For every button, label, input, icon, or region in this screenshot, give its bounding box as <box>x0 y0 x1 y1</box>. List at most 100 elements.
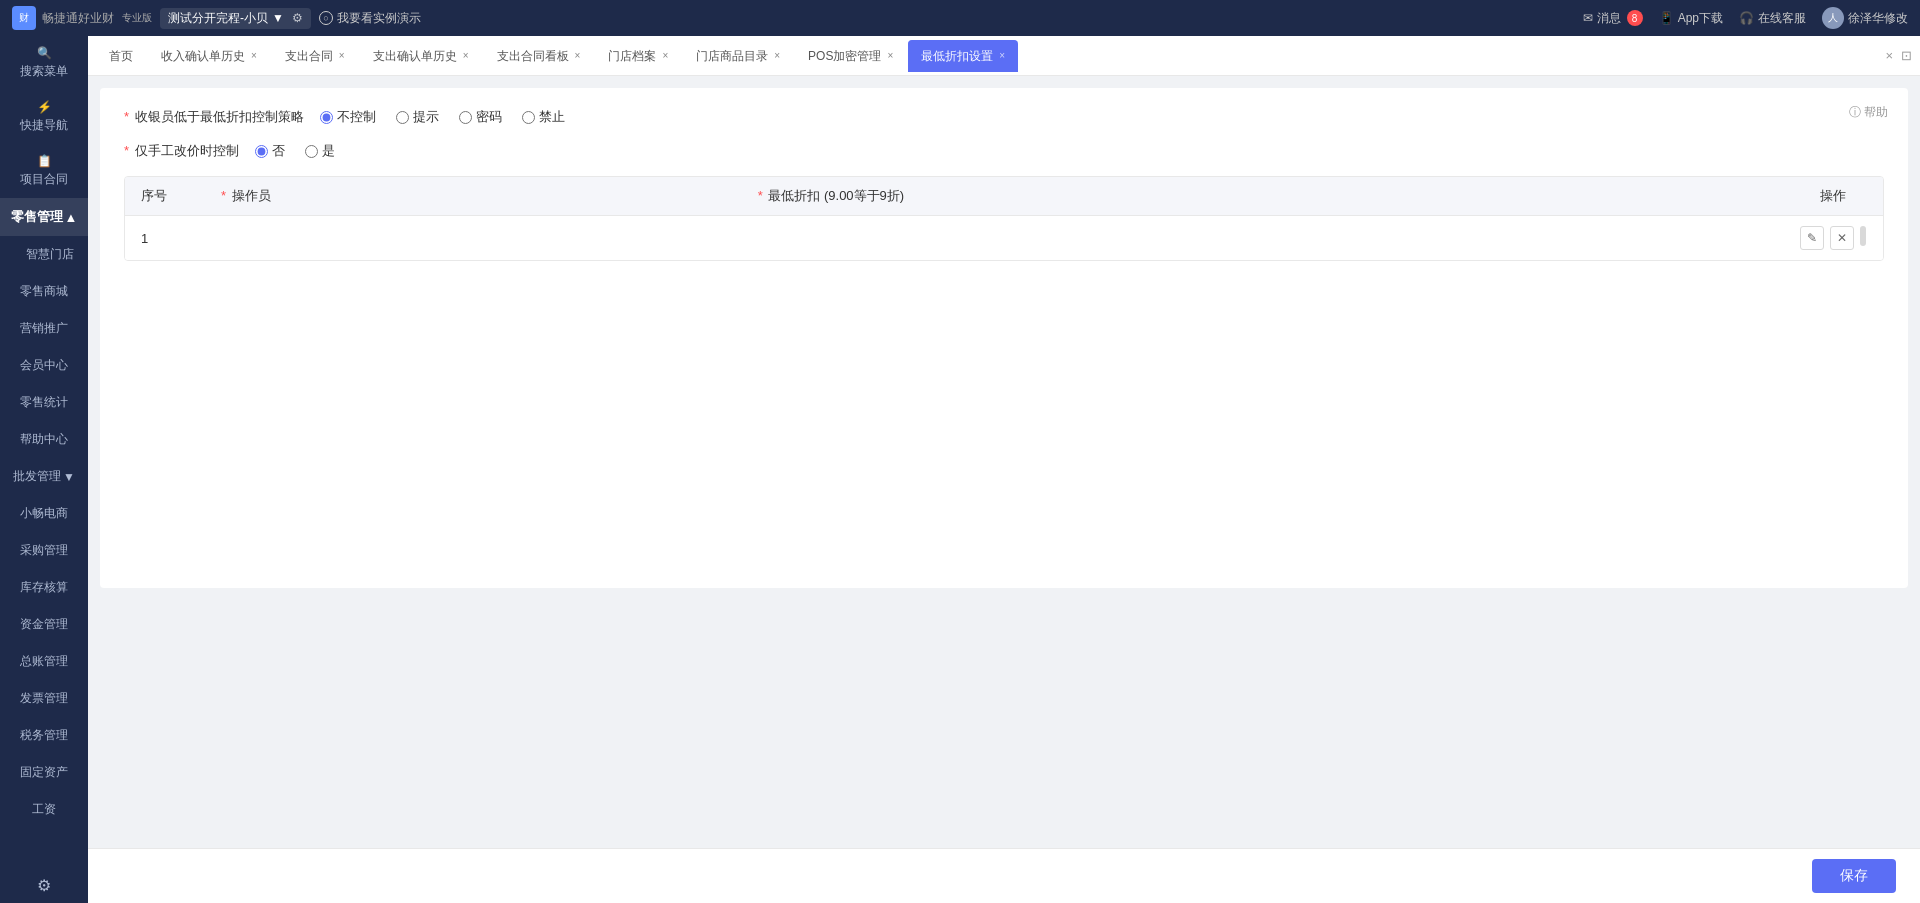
user-area[interactable]: 人 徐泽华修改 <box>1822 7 1908 29</box>
tab-pos-password-label: POS加密管理 <box>808 48 881 65</box>
sidebar-item-ecommerce[interactable]: 小畅电商 <box>0 495 88 532</box>
manual-radio-yes[interactable] <box>305 145 318 158</box>
strategy-option-prompt[interactable]: 提示 <box>396 108 439 126</box>
strategy-radio-group: 不控制 提示 密码 禁止 <box>320 108 565 126</box>
tab-pos-password[interactable]: POS加密管理 × <box>795 40 906 72</box>
manual-radio-no[interactable] <box>255 145 268 158</box>
contract-icon: 📋 <box>37 154 52 168</box>
tab-close-all-button[interactable]: × <box>1885 48 1893 63</box>
sidebar-label-finance: 资金管理 <box>20 616 68 633</box>
header-project-selector[interactable]: 测试分开完程-小贝 ▼ ⚙ <box>160 8 311 29</box>
app-download-label: App下载 <box>1678 10 1723 27</box>
tab-min-discount-setting-close[interactable]: × <box>999 51 1005 61</box>
tab-payment-confirm-history-close[interactable]: × <box>463 51 469 61</box>
strategy-label-prompt: 提示 <box>413 108 439 126</box>
delete-row-button[interactable]: ✕ <box>1830 226 1854 250</box>
operator-required-star: * <box>221 188 226 203</box>
strategy-label-disable: 禁止 <box>539 108 565 126</box>
tab-payment-confirm-history[interactable]: 支出确认单历史 × <box>360 40 482 72</box>
strategy-option-password[interactable]: 密码 <box>459 108 502 126</box>
manual-label-yes: 是 <box>322 142 335 160</box>
demo-link[interactable]: ○ 我要看实例演示 <box>319 10 421 27</box>
sidebar-item-smart-store[interactable]: 智慧门店 <box>0 236 88 273</box>
sidebar-item-shortcut[interactable]: ⚡ 快捷导航 <box>0 90 88 144</box>
sidebar-label-purchase: 采购管理 <box>20 542 68 559</box>
tab-store-file-close[interactable]: × <box>662 51 668 61</box>
sidebar-item-retail-mall[interactable]: 零售商城 <box>0 273 88 310</box>
app-download-action[interactable]: 📱 App下载 <box>1659 10 1723 27</box>
tab-bar: 首页 收入确认单历史 × 支出合同 × 支出确认单历史 × 支出合同看板 × 门… <box>88 36 1920 76</box>
sidebar-label-member-center: 会员中心 <box>20 357 68 374</box>
sidebar-label-help-center: 帮助中心 <box>20 431 68 448</box>
sidebar-gear-button[interactable]: ⚙ <box>37 876 51 895</box>
search-icon: 🔍 <box>37 46 52 60</box>
main-layout: 🔍 搜索菜单 ⚡ 快捷导航 📋 项目合同 零售管理 ▲ 智慧门店 零售商城 营销… <box>0 36 1920 903</box>
tab-expand-button[interactable]: ⊡ <box>1901 48 1912 63</box>
sidebar-item-retail-stats[interactable]: 零售统计 <box>0 384 88 421</box>
tab-payment-board-label: 支出合同看板 <box>497 48 569 65</box>
sidebar-label-project-contract: 项目合同 <box>20 171 68 188</box>
strategy-radio-no-control[interactable] <box>320 111 333 124</box>
sidebar-item-fixed-assets[interactable]: 固定资产 <box>0 754 88 791</box>
sidebar-item-retail-mgmt[interactable]: 零售管理 ▲ <box>0 198 88 236</box>
cell-operator-1 <box>205 230 742 246</box>
strategy-radio-prompt[interactable] <box>396 111 409 124</box>
manual-option-no[interactable]: 否 <box>255 142 285 160</box>
tab-store-products[interactable]: 门店商品目录 × <box>683 40 793 72</box>
sidebar-item-marketing[interactable]: 营销推广 <box>0 310 88 347</box>
wholesale-arrow-icon: ▼ <box>63 470 75 484</box>
pro-badge: 专业版 <box>122 11 152 25</box>
manual-option-yes[interactable]: 是 <box>305 142 335 160</box>
col-header-operator: * 操作员 <box>205 177 742 215</box>
question-circle-icon: ⓘ <box>1849 104 1861 121</box>
tab-income-confirm-history[interactable]: 收入确认单历史 × <box>148 40 270 72</box>
scroll-indicator <box>1860 226 1866 246</box>
sidebar-item-purchase[interactable]: 采购管理 <box>0 532 88 569</box>
sidebar-item-inventory[interactable]: 库存核算 <box>0 569 88 606</box>
tab-store-products-close[interactable]: × <box>774 51 780 61</box>
sidebar-item-finance[interactable]: 资金管理 <box>0 606 88 643</box>
sidebar-label-tax: 税务管理 <box>20 727 68 744</box>
tab-pos-password-close[interactable]: × <box>887 51 893 61</box>
sidebar-item-project-contract[interactable]: 📋 项目合同 <box>0 144 88 198</box>
sidebar-item-payroll[interactable]: 工资 <box>0 791 88 828</box>
settings-icon[interactable]: ⚙ <box>292 11 303 25</box>
sidebar-label-inventory: 库存核算 <box>20 579 68 596</box>
help-link[interactable]: ⓘ 帮助 <box>1849 104 1888 121</box>
sidebar-label-fixed-assets: 固定资产 <box>20 764 68 781</box>
content-area: 首页 收入确认单历史 × 支出合同 × 支出确认单历史 × 支出合同看板 × 门… <box>88 36 1920 903</box>
sidebar-label-shortcut: 快捷导航 <box>20 117 68 134</box>
cell-seq-1: 1 <box>125 223 205 254</box>
phone-icon: 📱 <box>1659 11 1674 25</box>
tab-min-discount-setting[interactable]: 最低折扣设置 × <box>908 40 1018 72</box>
col-header-discount: * 最低折扣 (9.00等于9折) <box>742 177 1783 215</box>
edit-row-button[interactable]: ✎ <box>1800 226 1824 250</box>
strategy-radio-disable[interactable] <box>522 111 535 124</box>
sidebar-item-search[interactable]: 🔍 搜索菜单 <box>0 36 88 90</box>
sidebar-item-ledger[interactable]: 总账管理 <box>0 643 88 680</box>
sidebar: 🔍 搜索菜单 ⚡ 快捷导航 📋 项目合同 零售管理 ▲ 智慧门店 零售商城 营销… <box>0 36 88 903</box>
sidebar-item-wholesale[interactable]: 批发管理 ▼ <box>0 458 88 495</box>
strategy-radio-password[interactable] <box>459 111 472 124</box>
tab-home[interactable]: 首页 <box>96 40 146 72</box>
shortcut-icon: ⚡ <box>37 100 52 114</box>
tab-payment-contract[interactable]: 支出合同 × <box>272 40 358 72</box>
sidebar-label-retail-mgmt: 零售管理 <box>11 208 63 226</box>
tab-income-confirm-history-close[interactable]: × <box>251 51 257 61</box>
tab-payment-contract-close[interactable]: × <box>339 51 345 61</box>
online-support-action[interactable]: 🎧 在线客服 <box>1739 10 1806 27</box>
message-action[interactable]: ✉ 消息 8 <box>1583 10 1643 27</box>
sidebar-item-member-center[interactable]: 会员中心 <box>0 347 88 384</box>
strategy-option-no-control[interactable]: 不控制 <box>320 108 376 126</box>
save-button[interactable]: 保存 <box>1812 859 1896 893</box>
strategy-option-disable[interactable]: 禁止 <box>522 108 565 126</box>
manual-radio-group: 否 是 <box>255 142 335 160</box>
sidebar-label-retail-stats: 零售统计 <box>20 394 68 411</box>
tab-payment-board-close[interactable]: × <box>575 51 581 61</box>
sidebar-item-help-center[interactable]: 帮助中心 <box>0 421 88 458</box>
sidebar-item-tax[interactable]: 税务管理 <box>0 717 88 754</box>
sidebar-item-invoice[interactable]: 发票管理 <box>0 680 88 717</box>
tab-payment-board[interactable]: 支出合同看板 × <box>484 40 594 72</box>
tab-store-file[interactable]: 门店档案 × <box>595 40 681 72</box>
strategy-form-row: * 收银员低于最低折扣控制策略 不控制 提示 <box>124 108 1884 126</box>
